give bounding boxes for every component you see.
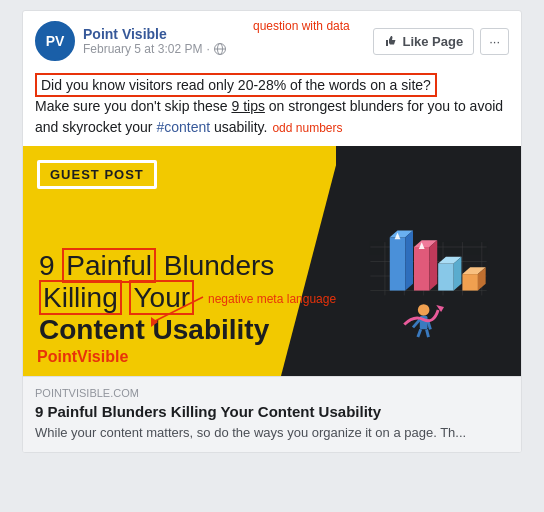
post-meta: February 5 at 3:02 PM · [83, 42, 373, 56]
isometric-chart [351, 184, 506, 339]
post-date: February 5 at 3:02 PM [83, 42, 202, 56]
globe-icon [214, 43, 226, 55]
svg-marker-17 [405, 230, 413, 290]
post-body: Did you know visitors read only 20-28% o… [23, 71, 521, 146]
content-hashtag[interactable]: #content [156, 119, 210, 135]
svg-rect-21 [438, 263, 454, 290]
avatar[interactable]: PV [35, 21, 75, 61]
more-options-button[interactable]: ··· [480, 28, 509, 55]
facebook-post-card: PV Point Visible February 5 at 3:02 PM ·… [22, 10, 522, 453]
like-page-label: Like Page [402, 34, 463, 49]
image-title-overlay: 9 Painful Blunders Killing Your Content … [39, 250, 274, 346]
svg-rect-15 [390, 237, 406, 290]
svg-point-29 [418, 304, 430, 316]
title-killing-highlighted: Killing [39, 280, 122, 315]
annotation-odd-numbers: odd numbers [272, 121, 342, 135]
link-title: 9 Painful Blunders Killing Your Content … [35, 403, 509, 420]
diagonal-divider [281, 146, 341, 376]
title-blunders: Blunders [156, 250, 274, 281]
nine-tips-link[interactable]: 9 tips [231, 98, 264, 114]
title-line-2: Killing Your [39, 282, 274, 314]
post-text: Did you know visitors read only 20-28% o… [35, 75, 509, 138]
body-text-1: Make sure you don't skip these [35, 98, 231, 114]
body-text-3: usability. [210, 119, 267, 135]
dot-separator: · [206, 42, 209, 56]
image-logo: PointVisible [37, 348, 128, 366]
post-header: PV Point Visible February 5 at 3:02 PM ·… [23, 11, 521, 71]
page-name[interactable]: Point Visible [83, 26, 373, 42]
dark-chart-section [336, 146, 521, 376]
svg-rect-18 [414, 246, 430, 290]
link-preview[interactable]: POINTVISIBLE.COM 9 Painful Blunders Kill… [23, 376, 521, 452]
highlight-question: Did you know visitors read only 20-28% o… [35, 73, 437, 97]
logo-part2-red: Visible [77, 348, 128, 365]
more-icon: ··· [489, 34, 500, 49]
title-line-3: Content Usability [39, 314, 274, 346]
svg-line-31 [413, 319, 420, 327]
svg-line-33 [418, 329, 421, 337]
svg-line-34 [427, 329, 429, 337]
title-painful-highlighted: Painful [62, 248, 156, 283]
post-image[interactable]: GUEST POST 9 Painful Blunders Killing Yo… [23, 146, 521, 376]
title-your-highlighted: Your [129, 280, 194, 315]
guest-post-badge: GUEST POST [37, 160, 157, 189]
header-info: Point Visible February 5 at 3:02 PM · [83, 26, 373, 56]
svg-rect-24 [462, 274, 478, 290]
header-actions: Like Page ··· [373, 28, 509, 55]
logo-part1: Point [37, 348, 77, 365]
title-line-1: 9 Painful Blunders [39, 250, 274, 282]
svg-marker-20 [429, 240, 437, 290]
thumbs-up-icon [384, 34, 398, 48]
link-description: While your content matters, so do the wa… [35, 424, 509, 442]
like-page-button[interactable]: Like Page [373, 28, 474, 55]
title-number: 9 [39, 250, 62, 281]
link-domain: POINTVISIBLE.COM [35, 387, 509, 399]
